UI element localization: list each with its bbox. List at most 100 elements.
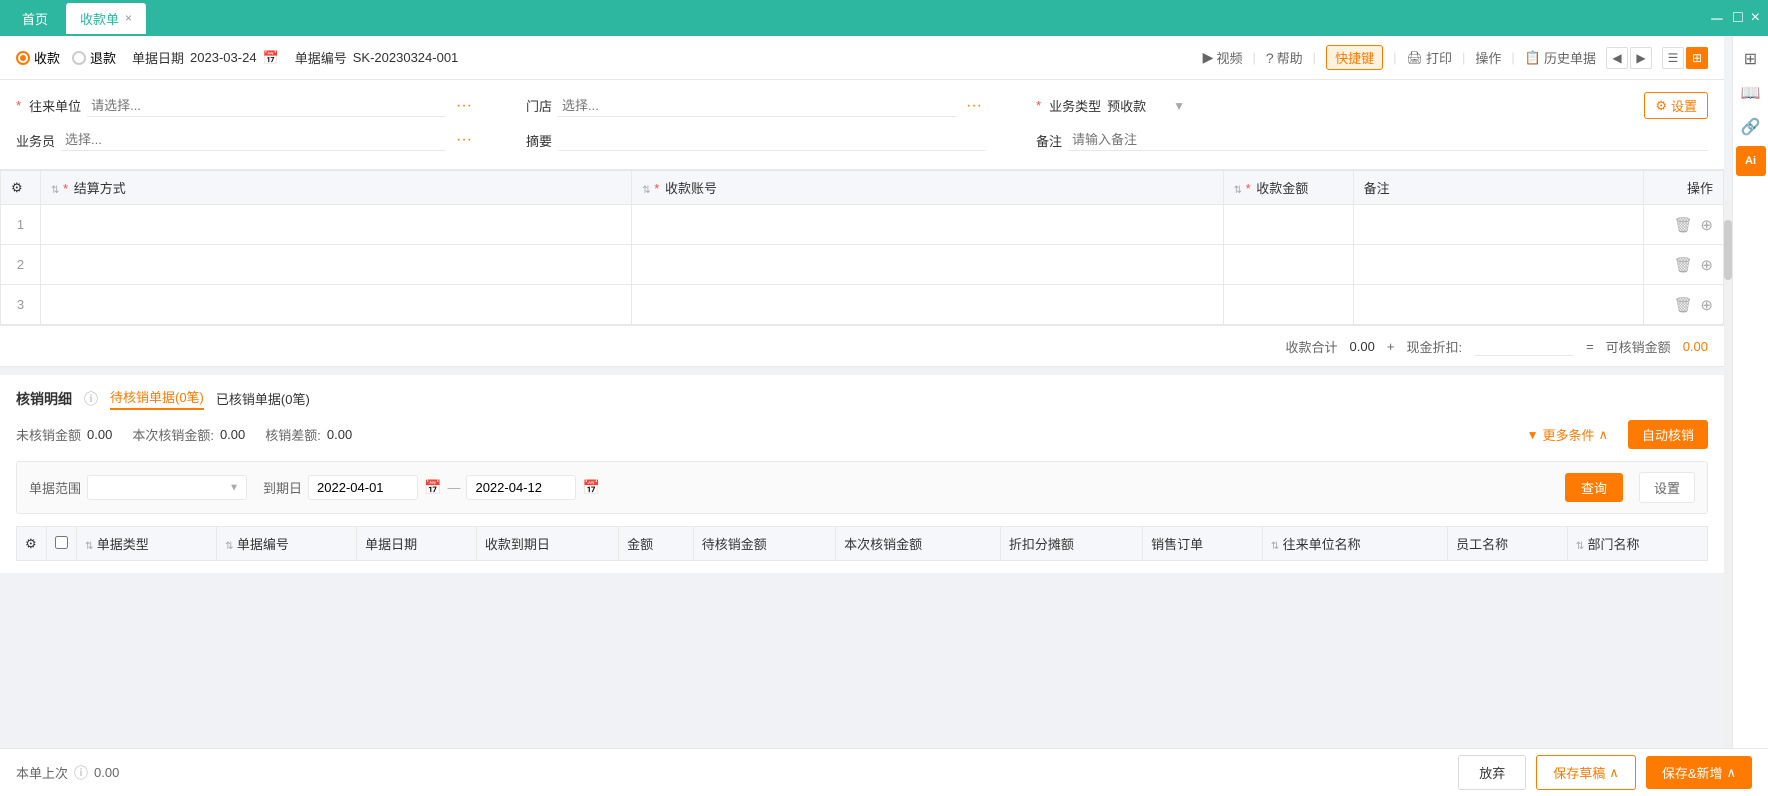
prev-arrow[interactable]: ◀ [1606, 47, 1628, 69]
copy-icon[interactable]: ⊕ [1700, 257, 1713, 274]
tab-done[interactable]: 已核销单据(0笔) [216, 389, 310, 408]
store-input[interactable] [558, 95, 956, 117]
copy-icon[interactable]: ⊕ [1700, 217, 1713, 234]
party-dots-btn[interactable]: ··· [452, 97, 476, 115]
range-select[interactable] [87, 475, 247, 500]
help-btn[interactable]: ? 帮助 [1266, 48, 1303, 67]
tab-bar-right: － □ × [1709, 6, 1760, 30]
abandon-btn[interactable]: 放弃 [1458, 755, 1526, 790]
row1-actions: 🗑 ⊕ [1644, 205, 1724, 245]
row2-settlement[interactable] [41, 245, 632, 285]
tab-receipt[interactable]: 收款单 × [66, 3, 146, 34]
radio-refund[interactable]: 退款 [72, 48, 116, 67]
staff-dots-btn[interactable]: ··· [452, 131, 476, 149]
col-party-header: ⇅ 往来单位名称 [1262, 527, 1447, 561]
store-label: 门店 [526, 96, 552, 115]
quickkey-btn[interactable]: 快捷键 [1326, 45, 1383, 70]
sidebar-table-icon[interactable]: ⊞ [1736, 44, 1766, 74]
maximize-icon[interactable]: □ [1733, 9, 1743, 27]
close-window-icon[interactable]: × [1751, 9, 1760, 27]
date-from-input[interactable] [308, 475, 418, 500]
sidebar-link-icon[interactable]: 🔗 [1736, 112, 1766, 142]
sort-icon: ⇅ [642, 185, 650, 196]
bottom-table-wrap: ⚙ ⇅ 单据类型 ⇅ 单据编号 [16, 526, 1708, 561]
summary-label: 摘要 [526, 131, 552, 150]
video-btn[interactable]: ▶ 视频 [1203, 48, 1243, 67]
sidebar-ai-icon[interactable]: Ai [1736, 146, 1766, 176]
delete-icon[interactable]: 🗑 [1674, 297, 1693, 314]
stat-uncanceled-label: 未核销金额 [16, 425, 81, 444]
footer-info-icon[interactable]: ⓘ [74, 763, 88, 783]
more-conditions-btn[interactable]: ▼ 更多条件 ∧ [1527, 425, 1608, 444]
row3-account[interactable] [632, 285, 1223, 325]
form-area: * 往来单位 ··· 门店 ··· * 业务类型 预收款 ▼ [0, 80, 1724, 170]
number-label: 单据编号 [295, 48, 347, 67]
range-select-wrap: ▼ [87, 475, 247, 500]
calendar-icon[interactable]: 📅 [263, 50, 279, 66]
footer-right: 放弃 保存草稿 ∧ 保存&新增 ∧ [1458, 755, 1752, 790]
cal-from-icon[interactable]: 📅 [424, 479, 441, 496]
tab-close-icon[interactable]: × [125, 11, 132, 25]
delete-icon[interactable]: 🗑 [1674, 217, 1693, 234]
note-input[interactable] [1068, 129, 1708, 151]
row2-account[interactable] [632, 245, 1223, 285]
print-btn[interactable]: 🖨 打印 [1406, 48, 1452, 67]
bottom-table: ⚙ ⇅ 单据类型 ⇅ 单据编号 [16, 526, 1708, 561]
staff-field: 业务员 ··· [16, 129, 476, 151]
row3-amount[interactable] [1223, 285, 1353, 325]
col-gear2-header[interactable]: ⚙ [17, 527, 47, 561]
biz-required-star: * [1036, 98, 1041, 113]
filter-settings-btn[interactable]: 设置 [1639, 472, 1695, 503]
row3-note[interactable] [1353, 285, 1643, 325]
tab-home[interactable]: 首页 [8, 3, 62, 34]
auto-cancel-btn[interactable]: 自动核销 [1628, 420, 1708, 449]
row3-settlement[interactable] [41, 285, 632, 325]
stat-diff-label: 核销差额: [265, 425, 321, 444]
row1-settlement[interactable] [41, 205, 632, 245]
col-check-header[interactable] [47, 527, 77, 561]
grid-view-btn[interactable]: ⊞ [1686, 47, 1708, 69]
next-arrow[interactable]: ▶ [1630, 47, 1652, 69]
tab-pending[interactable]: 待核销单据(0笔) [110, 387, 204, 410]
sidebar-book-icon[interactable]: 📖 [1736, 78, 1766, 108]
row2-note[interactable] [1353, 245, 1643, 285]
save-new-btn[interactable]: 保存&新增 ∧ [1646, 756, 1752, 789]
row1-amount[interactable] [1223, 205, 1353, 245]
date-to-input[interactable] [466, 475, 576, 500]
row2-actions: 🗑 ⊕ [1644, 245, 1724, 285]
row1-account[interactable] [632, 205, 1223, 245]
scroll-thumb[interactable] [1724, 220, 1732, 280]
row2-amount[interactable] [1223, 245, 1353, 285]
history-label: 历史单据 [1544, 48, 1596, 67]
chevron-up-icon: ∧ [1598, 427, 1608, 443]
staff-input[interactable] [61, 129, 446, 151]
copy-icon[interactable]: ⊕ [1700, 297, 1713, 314]
minimize-icon[interactable]: － [1709, 6, 1725, 30]
settings-btn[interactable]: ⚙ 设置 [1644, 92, 1708, 119]
filter-icon: ▼ [1527, 428, 1539, 442]
right-scrollbar[interactable] [1724, 200, 1732, 748]
col-gear-header[interactable]: ⚙ [1, 171, 41, 205]
delete-icon[interactable]: 🗑 [1674, 257, 1693, 274]
biz-type-arrow[interactable]: ▼ [1173, 99, 1185, 113]
discount-input[interactable] [1474, 336, 1574, 356]
cal-to-icon[interactable]: 📅 [582, 479, 599, 496]
row1-note[interactable] [1353, 205, 1643, 245]
store-dots-btn[interactable]: ··· [962, 97, 986, 115]
party-input[interactable] [87, 95, 446, 117]
gear2-icon: ⚙ [25, 536, 37, 551]
draft-btn[interactable]: 保存草稿 ∧ [1536, 755, 1636, 790]
total-label: 收款合计 [1286, 337, 1338, 356]
query-btn[interactable]: 查询 [1565, 473, 1623, 502]
summary-input[interactable] [558, 129, 986, 151]
history-btn[interactable]: 📋 历史单据 [1525, 48, 1596, 67]
radio-receipt[interactable]: 收款 [16, 48, 60, 67]
number-value: SK-20230324-001 [353, 50, 459, 65]
radio-group: 收款 退款 [16, 48, 116, 67]
select-all-checkbox[interactable] [55, 536, 68, 549]
info-icon[interactable]: ⓘ [84, 389, 98, 409]
list-view-btn[interactable]: ☰ [1662, 47, 1684, 69]
row-num-2: 2 [1, 245, 41, 285]
radio-refund-label: 退款 [90, 48, 116, 67]
operations-btn[interactable]: 操作 [1475, 48, 1501, 67]
